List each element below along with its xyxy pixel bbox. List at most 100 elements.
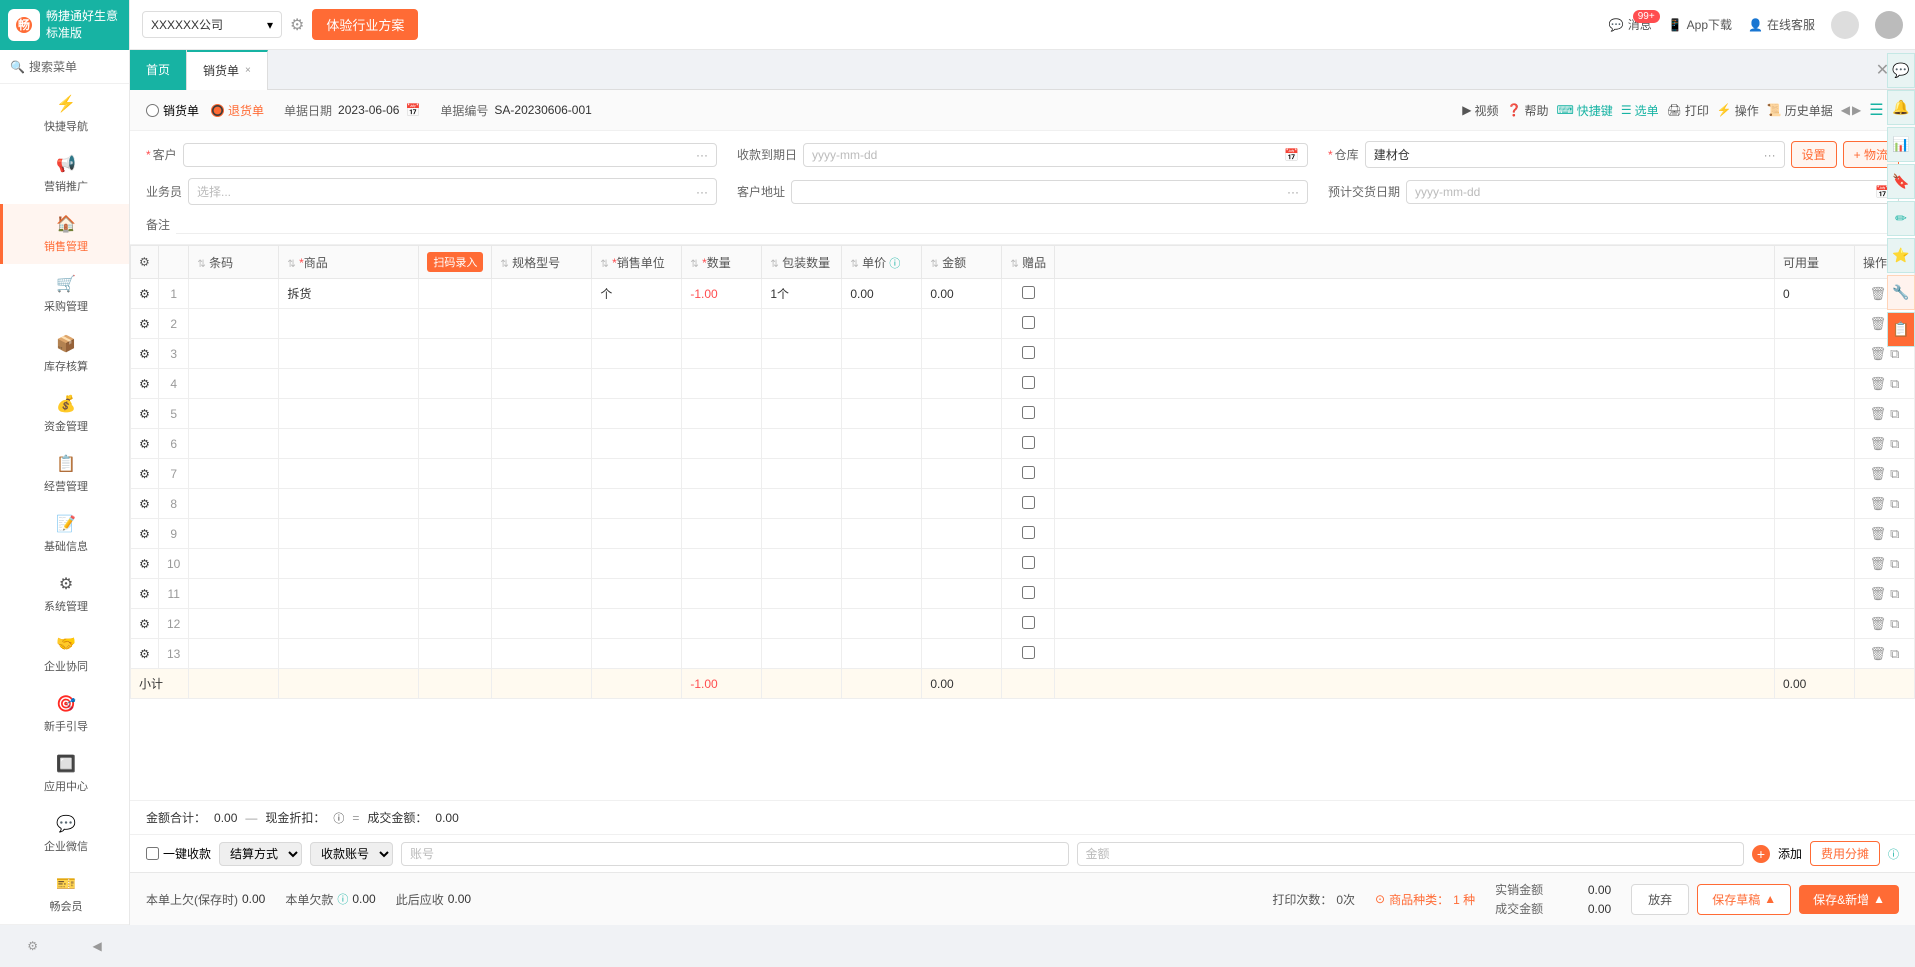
row-gift-8[interactable] xyxy=(1002,489,1055,519)
row-copy-icon-4[interactable]: ⧉ xyxy=(1890,376,1899,392)
row-gift-4[interactable] xyxy=(1002,369,1055,399)
row-copy-icon-13[interactable]: ⧉ xyxy=(1890,646,1899,662)
gift-checkbox-12[interactable] xyxy=(1022,616,1035,629)
row-pack-10[interactable] xyxy=(762,549,842,579)
row-product-11[interactable] xyxy=(279,579,419,609)
row-barcode-2[interactable] xyxy=(189,309,279,339)
radio-sale[interactable]: 销货单 xyxy=(146,102,199,119)
row-gift-12[interactable] xyxy=(1002,609,1055,639)
row-unit-7[interactable] xyxy=(592,459,682,489)
row-settings-2[interactable]: ⚙ xyxy=(131,309,159,339)
row-spec-11[interactable] xyxy=(492,579,592,609)
row-settings-10[interactable]: ⚙ xyxy=(131,549,159,579)
bank-account-select[interactable]: 收款账号 xyxy=(310,842,393,866)
row-pack-8[interactable] xyxy=(762,489,842,519)
row-gift-10[interactable] xyxy=(1002,549,1055,579)
list-view-icon[interactable]: ☰ xyxy=(1869,100,1883,120)
row-pack-4[interactable] xyxy=(762,369,842,399)
row-delete-icon-7[interactable]: 🗑 xyxy=(1870,466,1887,482)
row-unit-8[interactable] xyxy=(592,489,682,519)
radio-return[interactable]: 退货单 xyxy=(211,102,264,119)
row-copy-icon-11[interactable]: ⧉ xyxy=(1890,586,1899,602)
row-product-9[interactable] xyxy=(279,519,419,549)
save-draft-btn[interactable]: 保存草稿 ▲ xyxy=(1697,884,1791,915)
row-gift-3[interactable] xyxy=(1002,339,1055,369)
row-price-9[interactable] xyxy=(842,519,922,549)
row-qty-4[interactable] xyxy=(682,369,762,399)
row-amount-13[interactable] xyxy=(922,639,1002,669)
sidebar-item-operations[interactable]: 📋 经营管理 xyxy=(0,444,129,504)
row-pack-11[interactable] xyxy=(762,579,842,609)
row-settings-12[interactable]: ⚙ xyxy=(131,609,159,639)
radio-sale-input[interactable] xyxy=(146,104,159,117)
payment-method-select[interactable]: 结算方式 xyxy=(219,842,302,866)
row-qty-10[interactable] xyxy=(682,549,762,579)
row-settings-5[interactable]: ⚙ xyxy=(131,399,159,429)
row-price-7[interactable] xyxy=(842,459,922,489)
gift-checkbox-11[interactable] xyxy=(1022,586,1035,599)
row-barcode-6[interactable] xyxy=(189,429,279,459)
gift-checkbox-7[interactable] xyxy=(1022,466,1035,479)
row-spec-9[interactable] xyxy=(492,519,592,549)
row-gift-5[interactable] xyxy=(1002,399,1055,429)
sidebar-item-quick-nav[interactable]: ⚡ 快捷导航 xyxy=(0,84,129,144)
shortcut-btn[interactable]: ⌨ 快捷键 xyxy=(1556,102,1612,119)
calendar-icon[interactable]: 📅 xyxy=(405,103,420,117)
row-unit-4[interactable] xyxy=(592,369,682,399)
row-product-10[interactable] xyxy=(279,549,419,579)
customer-input[interactable]: ··· xyxy=(183,143,717,167)
row-pack-2[interactable] xyxy=(762,309,842,339)
warehouse-input[interactable]: 建材仓 ··· xyxy=(1365,141,1785,168)
row-unit-5[interactable] xyxy=(592,399,682,429)
row-product-6[interactable] xyxy=(279,429,419,459)
rp-star-btn[interactable]: ⭐ xyxy=(1887,238,1915,273)
product-type-value[interactable]: 1 种 xyxy=(1453,891,1475,908)
radio-return-input[interactable] xyxy=(211,104,224,117)
gift-checkbox-13[interactable] xyxy=(1022,646,1035,659)
row-unit-12[interactable] xyxy=(592,609,682,639)
row-spec-3[interactable] xyxy=(492,339,592,369)
row-settings-3[interactable]: ⚙ xyxy=(131,339,159,369)
row-price-2[interactable] xyxy=(842,309,922,339)
row-product-2[interactable] xyxy=(279,309,419,339)
row-qty-8[interactable] xyxy=(682,489,762,519)
rp-edit-btn[interactable]: ✏ xyxy=(1887,201,1915,236)
sidebar-item-wechat[interactable]: 💬 企业微信 xyxy=(0,804,129,864)
row-delete-icon-9[interactable]: 🗑 xyxy=(1870,526,1887,542)
row-unit-6[interactable] xyxy=(592,429,682,459)
gift-checkbox-10[interactable] xyxy=(1022,556,1035,569)
row-price-5[interactable] xyxy=(842,399,922,429)
row-delete-icon-8[interactable]: 🗑 xyxy=(1870,496,1887,512)
row-amount-10[interactable] xyxy=(922,549,1002,579)
sidebar-item-sales[interactable]: 🏠 销售管理 xyxy=(0,204,129,264)
row-price-8[interactable] xyxy=(842,489,922,519)
row-pack-5[interactable] xyxy=(762,399,842,429)
sidebar-item-member[interactable]: 🎫 畅会员 xyxy=(0,864,129,924)
row-pack-1[interactable]: 1个 xyxy=(762,279,842,309)
row-pack-7[interactable] xyxy=(762,459,842,489)
row-barcode-11[interactable] xyxy=(189,579,279,609)
row-copy-icon-6[interactable]: ⧉ xyxy=(1890,436,1899,452)
customer-dots-btn[interactable]: ··· xyxy=(696,148,708,162)
row-copy-icon-10[interactable]: ⧉ xyxy=(1890,556,1899,572)
row-pack-9[interactable] xyxy=(762,519,842,549)
online-service-btn[interactable]: 👤 在线客服 xyxy=(1748,16,1815,33)
row-amount-9[interactable] xyxy=(922,519,1002,549)
customer-address-input[interactable]: ··· xyxy=(791,180,1308,204)
print-btn[interactable]: 🖨 打印 xyxy=(1667,102,1709,119)
due-date-input[interactable]: yyyy-mm-dd 📅 xyxy=(803,143,1308,167)
row-price-4[interactable] xyxy=(842,369,922,399)
row-delete-icon-12[interactable]: 🗑 xyxy=(1870,616,1887,632)
bank-account-input[interactable] xyxy=(401,842,1068,866)
gift-checkbox-2[interactable] xyxy=(1022,316,1035,329)
row-product-5[interactable] xyxy=(279,399,419,429)
next-record-icon[interactable]: ▶ xyxy=(1852,103,1861,117)
salesperson-input[interactable]: 选择... ··· xyxy=(188,178,717,205)
gift-checkbox-3[interactable] xyxy=(1022,346,1035,359)
sidebar-item-collab[interactable]: 🤝 企业协同 xyxy=(0,624,129,684)
row-barcode-8[interactable] xyxy=(189,489,279,519)
number-value[interactable]: SA-20230606-001 xyxy=(494,103,591,117)
rp-orange-btn[interactable]: 🔧 xyxy=(1887,275,1915,310)
expense-split-btn[interactable]: 费用分摊 xyxy=(1810,841,1880,866)
row-delete-icon-11[interactable]: 🗑 xyxy=(1870,586,1887,602)
